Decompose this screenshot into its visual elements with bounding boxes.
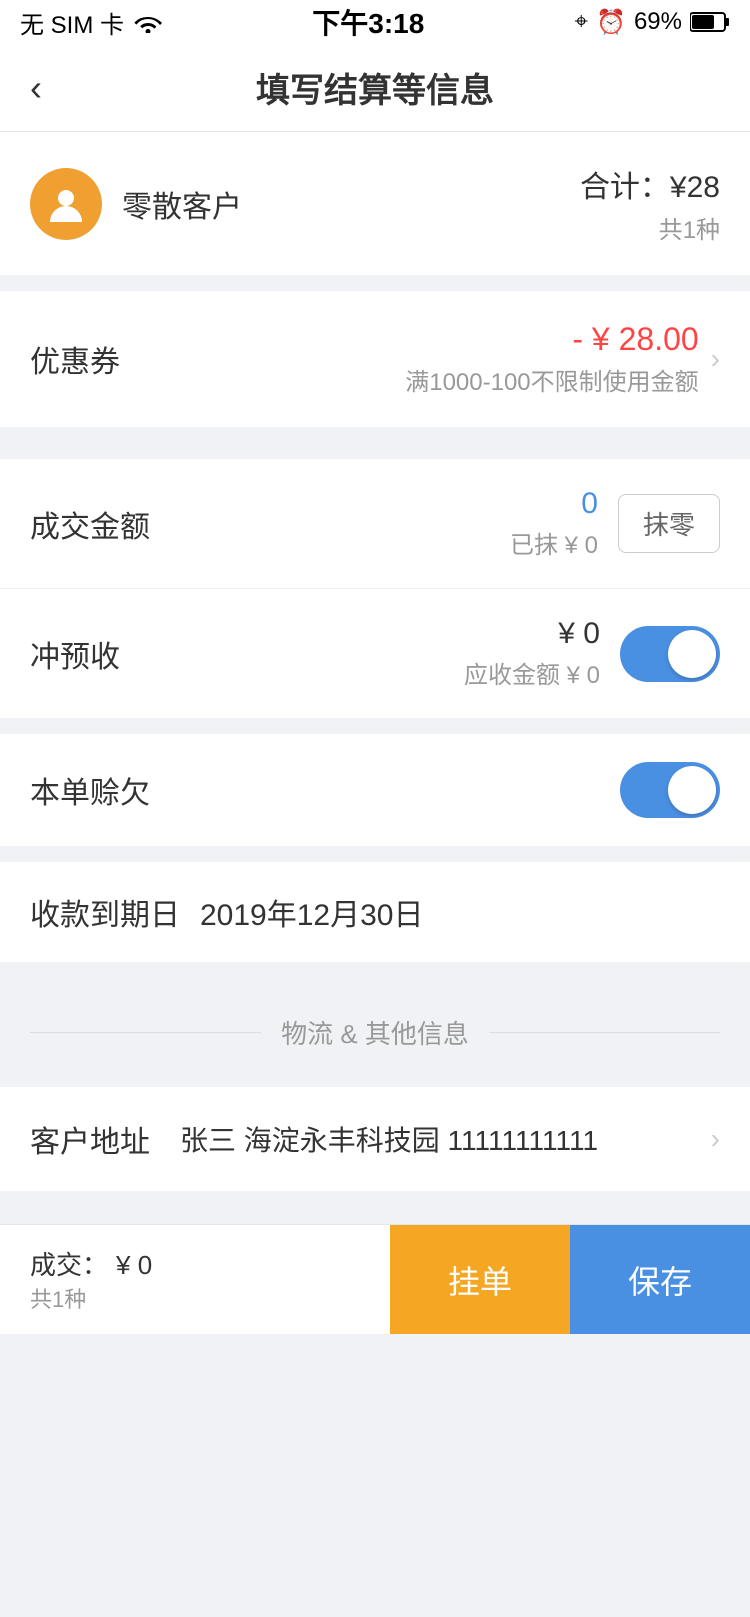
credit-toggle-knob xyxy=(668,766,716,814)
deal-amount-section: 成交金额 0 已抹 ¥ 0 抹零 冲预收 ¥ 0 应收金额 ¥ 0 xyxy=(0,459,750,718)
hang-label: 挂单 xyxy=(448,1257,512,1303)
bottom-deal-label: 成交： xyxy=(30,1245,108,1282)
prepayment-col: ¥ 0 应收金额 ¥ 0 xyxy=(464,617,600,690)
prepayment-label: 冲预收 xyxy=(30,632,120,676)
alarm-icon: ⏰ xyxy=(596,8,626,37)
credit-toggle[interactable] xyxy=(620,762,720,818)
deal-amount-label: 成交金额 xyxy=(30,502,150,546)
wifi-icon xyxy=(134,11,162,33)
logistics-divider: 物流 & 其他信息 xyxy=(0,994,750,1071)
separator-2 xyxy=(0,718,750,734)
no-sim-text: 无 SIM 卡 xyxy=(20,5,124,40)
prepayment-amount: ¥ 0 xyxy=(558,617,600,651)
bottom-deal-amount: ¥ 0 xyxy=(116,1250,152,1281)
prepayment-right: ¥ 0 应收金额 ¥ 0 xyxy=(464,617,720,690)
coupon-discount: - ¥ 28.00 xyxy=(572,321,698,358)
customer-name: 零散客户 xyxy=(122,182,242,226)
deal-amount-row: 成交金额 0 已抹 ¥ 0 抹零 xyxy=(0,459,750,589)
logistics-text: 物流 & 其他信息 xyxy=(281,1014,469,1051)
separator-4 xyxy=(0,1071,750,1087)
hang-button[interactable]: 挂单 xyxy=(390,1225,570,1334)
customer-left: 零散客户 xyxy=(30,168,242,240)
deal-amount-sub: 已抹 ¥ 0 xyxy=(510,525,598,560)
battery-icon xyxy=(690,11,730,33)
bottom-deal-row: 成交： ¥ 0 xyxy=(30,1245,360,1282)
duedate-section: 收款到期日 2019年12月30日 xyxy=(0,862,750,962)
nav-bar: ‹ 填写结算等信息 xyxy=(0,44,750,132)
save-label: 保存 xyxy=(628,1257,692,1303)
logistics-line-left xyxy=(30,1032,261,1033)
address-value: 张三 海淀永丰科技园 11111111111 xyxy=(180,1119,711,1159)
status-time: 下午3:18 xyxy=(312,2,424,42)
coupon-chevron: › xyxy=(711,343,720,375)
deal-amount-right: 0 已抹 ¥ 0 抹零 xyxy=(510,487,720,560)
prepayment-row: 冲预收 ¥ 0 应收金额 ¥ 0 xyxy=(0,589,750,718)
customer-total: 合计：¥28 xyxy=(580,162,720,206)
save-button[interactable]: 保存 xyxy=(570,1225,750,1334)
prepayment-sub: 应收金额 ¥ 0 xyxy=(464,655,600,690)
separator-3 xyxy=(0,978,750,994)
separator-1 xyxy=(0,443,750,459)
coupon-section[interactable]: 优惠券 - ¥ 28.00 满1000-100不限制使用金额 › xyxy=(0,291,750,427)
bottom-bar: 成交： ¥ 0 共1种 挂单 保存 xyxy=(0,1224,750,1334)
address-label: 客户地址 xyxy=(30,1117,150,1161)
bottom-count: 共1种 xyxy=(30,1282,360,1314)
customer-avatar xyxy=(30,168,102,240)
status-right: ⌖ ⏰ 69% xyxy=(575,8,730,37)
coupon-text-col: - ¥ 28.00 满1000-100不限制使用金额 xyxy=(405,321,698,397)
toggle-knob xyxy=(668,630,716,678)
logistics-line-right xyxy=(489,1032,720,1033)
status-left: 无 SIM 卡 xyxy=(20,5,162,40)
deal-amount-value: 0 xyxy=(581,487,598,521)
customer-section: 零散客户 合计：¥28 共1种 xyxy=(0,132,750,275)
bottom-info: 成交： ¥ 0 共1种 xyxy=(0,1225,390,1334)
address-section[interactable]: 客户地址 张三 海淀永丰科技园 11111111111 › xyxy=(0,1087,750,1191)
person-icon xyxy=(46,184,86,224)
coupon-desc: 满1000-100不限制使用金额 xyxy=(405,362,698,397)
coupon-right: - ¥ 28.00 满1000-100不限制使用金额 › xyxy=(405,321,720,397)
customer-count: 共1种 xyxy=(580,210,720,245)
duedate-value: 2019年12月30日 xyxy=(200,890,423,934)
coupon-label: 优惠券 xyxy=(30,337,120,381)
credit-label: 本单赊欠 xyxy=(30,768,150,812)
credit-section: 本单赊欠 xyxy=(0,734,750,846)
customer-total-wrap: 合计：¥28 共1种 xyxy=(580,162,720,245)
status-bar: 无 SIM 卡 下午3:18 ⌖ ⏰ 69% xyxy=(0,0,750,44)
back-button[interactable]: ‹ xyxy=(30,67,42,109)
round-zero-button[interactable]: 抹零 xyxy=(618,494,720,553)
page-title: 填写结算等信息 xyxy=(256,63,494,112)
battery-text: 69% xyxy=(634,8,682,36)
address-chevron: › xyxy=(711,1123,720,1155)
main-content: 零散客户 合计：¥28 共1种 优惠券 - ¥ 28.00 满1000-100不… xyxy=(0,132,750,1617)
duedate-label: 收款到期日 xyxy=(30,890,180,934)
prepayment-toggle[interactable] xyxy=(620,626,720,682)
deal-amount-col: 0 已抹 ¥ 0 xyxy=(510,487,598,560)
location-icon: ⌖ xyxy=(575,8,589,36)
